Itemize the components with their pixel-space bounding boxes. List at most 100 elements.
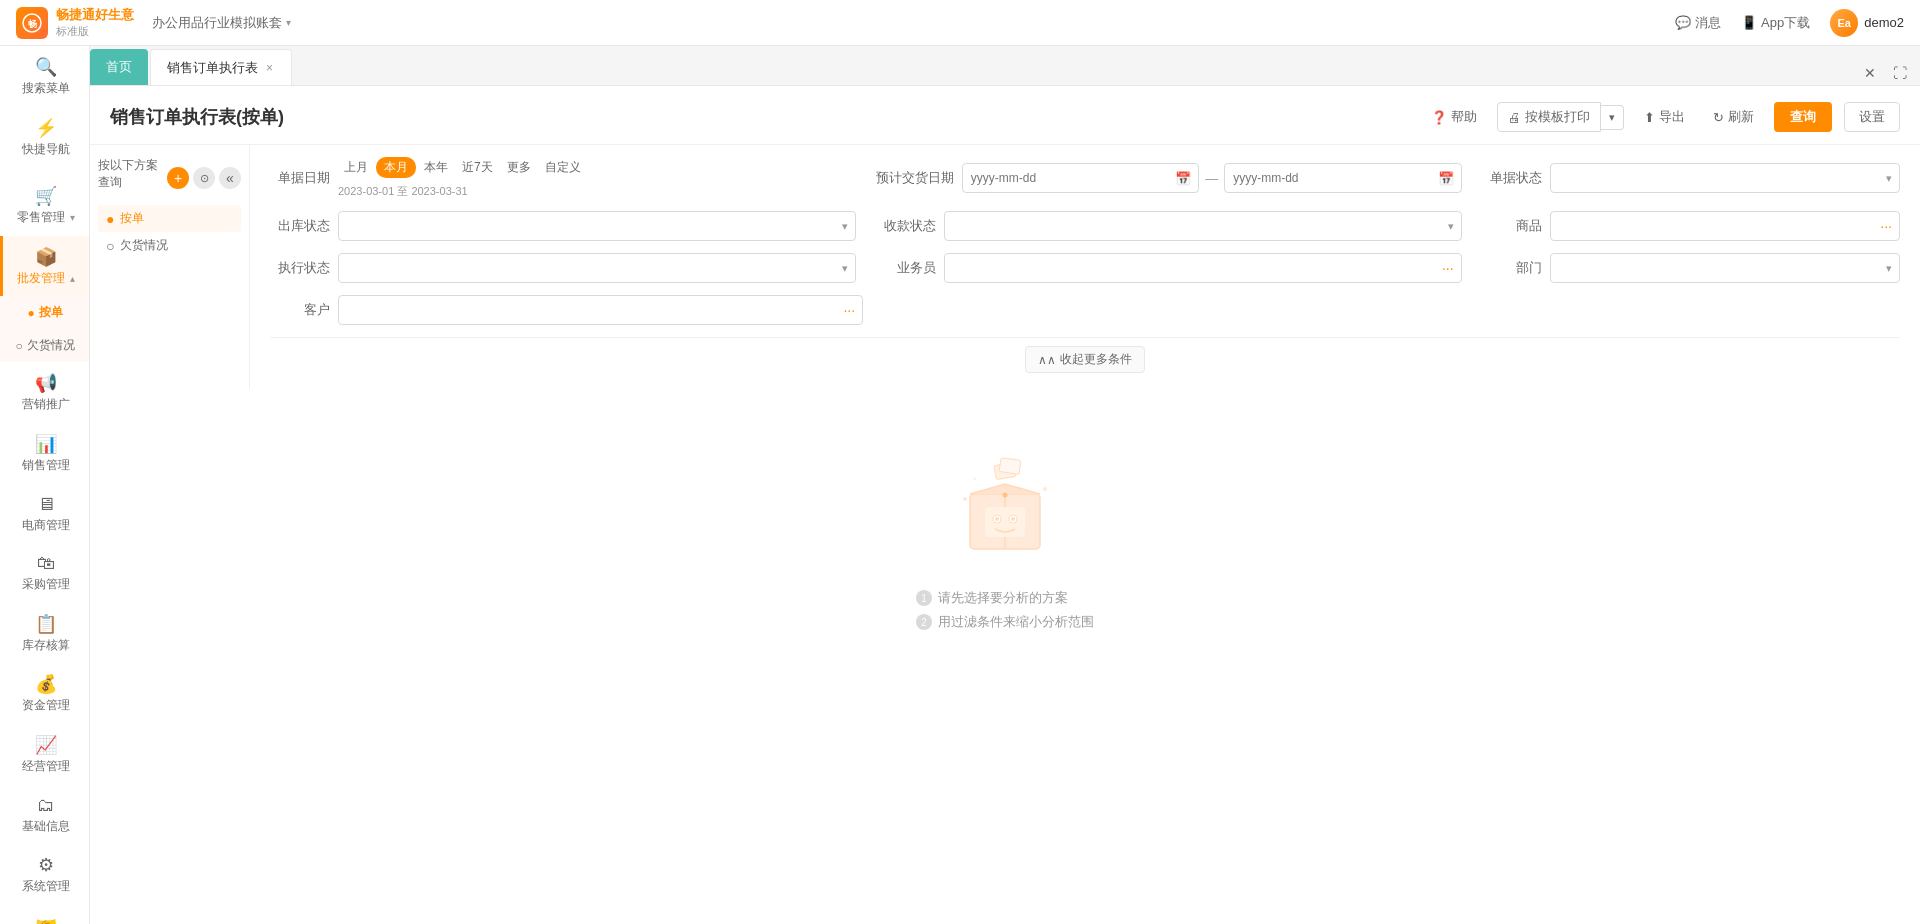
- date-tab-this-month[interactable]: 本月: [376, 157, 416, 178]
- help-button[interactable]: ❓ 帮助: [1423, 104, 1485, 130]
- date-tab-more[interactable]: 更多: [501, 157, 537, 178]
- finance-icon: 💰: [35, 673, 57, 695]
- customer-input[interactable]: [338, 295, 863, 325]
- out-status-select-wrap: ▾: [338, 211, 856, 241]
- tab-close-icon[interactable]: ×: [264, 61, 275, 75]
- svg-point-6: [963, 497, 967, 501]
- exec-status-select[interactable]: [338, 253, 856, 283]
- filter-row-2: 出库状态 ▾ 收款状态: [270, 211, 1900, 241]
- ecommerce-icon: 🖥: [37, 494, 55, 515]
- tip-text-2: 用过滤条件来缩小分析范围: [938, 613, 1094, 631]
- app-download-button[interactable]: 📱 App下载: [1741, 14, 1810, 32]
- filter-option-order[interactable]: ● 按单: [98, 205, 241, 232]
- sidebar-item-enterprise[interactable]: 🤝 企业协同: [0, 905, 89, 924]
- out-status-label: 出库状态: [270, 217, 330, 235]
- collapse-up-icon: ∧∧: [1038, 353, 1056, 367]
- filter-option-label-order: 按单: [120, 210, 144, 227]
- avatar-initials: Ea: [1838, 17, 1851, 29]
- sidebar-sub-item-shortage[interactable]: ○ 欠货情况: [0, 329, 90, 362]
- tip-num-2: 2: [916, 614, 932, 630]
- sidebar-label-wholesale: 批发管理 ▴: [17, 271, 75, 287]
- customer-ellipsis-icon[interactable]: ···: [843, 302, 855, 318]
- date-tab-custom[interactable]: 自定义: [539, 157, 587, 178]
- tab-bar: 首页 销售订单执行表 × ✕ ⛶: [90, 46, 1920, 86]
- download-icon: 📱: [1741, 15, 1757, 30]
- sidebar-item-wholesale[interactable]: 📦 批发管理 ▴: [0, 236, 89, 297]
- filter-form: 单据日期 上月 本月 本年 近7天 更多 自定义 20: [250, 145, 1920, 389]
- inventory-icon: 📋: [35, 613, 57, 635]
- sidebar-label-sales: 销售管理: [22, 458, 70, 474]
- receipt-status-select[interactable]: [944, 211, 1462, 241]
- window-close-button[interactable]: ✕: [1858, 61, 1882, 85]
- receipt-status-select-wrap: ▾: [944, 211, 1462, 241]
- window-maximize-button[interactable]: ⛶: [1888, 61, 1912, 85]
- goods-ellipsis-icon[interactable]: ···: [1880, 218, 1892, 234]
- print-label: 按模板打印: [1525, 108, 1590, 126]
- dept-select[interactable]: [1550, 253, 1900, 283]
- help-icon: ❓: [1431, 110, 1447, 125]
- filter-field-salesman: 业务员 ···: [876, 253, 1462, 283]
- filter-sidebar-title: 按以下方案查询: [98, 157, 167, 191]
- dept-label: 部门: [1482, 259, 1542, 277]
- tab-home[interactable]: 首页: [90, 49, 148, 85]
- sidebar-item-sales[interactable]: 📊 销售管理: [0, 423, 89, 484]
- sidebar-item-retail[interactable]: 🛒 零售管理 ▾: [0, 175, 89, 236]
- sidebar-item-basic[interactable]: 🗂 基础信息: [0, 785, 89, 845]
- expected-date-end-input[interactable]: [1224, 163, 1461, 193]
- settings-label: 设置: [1859, 108, 1885, 126]
- sidebar-item-finance[interactable]: 💰 资金管理: [0, 663, 89, 724]
- sidebar-item-search[interactable]: 🔍 搜索菜单: [0, 46, 89, 107]
- out-status-select[interactable]: [338, 211, 856, 241]
- sidebar-label-purchase: 采购管理: [22, 577, 70, 593]
- refresh-button[interactable]: ↻ 刷新: [1705, 104, 1762, 130]
- print-button[interactable]: 🖨 按模板打印: [1497, 102, 1601, 132]
- sidebar-sub-label-order: 按单: [39, 304, 63, 321]
- print-dropdown: 🖨 按模板打印 ▾: [1497, 102, 1624, 132]
- retail-icon: 🛒: [35, 185, 57, 207]
- wholesale-icon: 📦: [35, 246, 57, 268]
- settings-button[interactable]: 设置: [1844, 102, 1900, 132]
- collapse-filter-button[interactable]: «: [219, 167, 241, 189]
- message-icon: 💬: [1675, 15, 1691, 30]
- svg-point-7: [1043, 487, 1047, 491]
- export-button[interactable]: ⬆ 导出: [1636, 104, 1693, 130]
- date-tab-this-year[interactable]: 本年: [418, 157, 454, 178]
- order-status-select[interactable]: [1550, 163, 1900, 193]
- sidebar-item-system[interactable]: ⚙ 系统管理: [0, 844, 89, 905]
- svg-point-13: [1011, 517, 1015, 521]
- date-range-text: 2023-03-01 至 2023-03-31: [338, 184, 856, 199]
- collapse-more-button[interactable]: ∧∧ 收起更多条件: [1025, 346, 1145, 373]
- edit-filter-button[interactable]: ⊙: [193, 167, 215, 189]
- salesman-ellipsis-icon[interactable]: ···: [1442, 260, 1454, 276]
- empty-state: 1 请先选择要分析的方案 2 用过滤条件来缩小分析范围: [90, 389, 1920, 697]
- goods-input[interactable]: [1550, 211, 1900, 241]
- sidebar-item-ecommerce[interactable]: 🖥 电商管理: [0, 484, 89, 544]
- sidebar-item-operations[interactable]: 📈 经营管理: [0, 724, 89, 785]
- sidebar-sub-wholesale: ● 按单 ○ 欠货情况: [0, 296, 90, 362]
- sidebar-sub-item-order[interactable]: ● 按单: [0, 296, 90, 329]
- user-area[interactable]: Ea demo2: [1830, 9, 1904, 37]
- filter-row-3: 执行状态 ▾ 业务员 ··: [270, 253, 1900, 283]
- sidebar-item-marketing[interactable]: 📢 营销推广: [0, 362, 89, 423]
- filter-option-shortage[interactable]: ○ 欠货情况: [98, 232, 241, 259]
- brand-sub: 标准版: [56, 24, 134, 38]
- add-filter-button[interactable]: +: [167, 167, 189, 189]
- printer-icon: 🖨: [1508, 110, 1521, 125]
- print-dropdown-arrow[interactable]: ▾: [1601, 105, 1624, 130]
- circle-outline-icon: ○: [15, 339, 22, 353]
- tab-active[interactable]: 销售订单执行表 ×: [150, 49, 292, 85]
- logo-text: 畅捷通好生意 标准版: [56, 7, 134, 38]
- sidebar-item-quick-nav[interactable]: ⚡ 快捷导航: [0, 107, 89, 168]
- sidebar-label-retail: 零售管理 ▾: [17, 210, 75, 226]
- sidebar-label-finance: 资金管理: [22, 698, 70, 714]
- message-button[interactable]: 💬 消息: [1675, 14, 1721, 32]
- industry-selector[interactable]: 办公用品行业模拟账套 ▾: [144, 10, 299, 36]
- sidebar-item-purchase[interactable]: 🛍 采购管理: [0, 543, 89, 603]
- dept-select-wrap: ▾: [1550, 253, 1900, 283]
- sidebar-item-inventory[interactable]: 📋 库存核算: [0, 603, 89, 664]
- salesman-input[interactable]: [944, 253, 1462, 283]
- query-button[interactable]: 查询: [1774, 102, 1832, 132]
- expected-date-start-input[interactable]: [962, 163, 1199, 193]
- date-tab-last-month[interactable]: 上月: [338, 157, 374, 178]
- date-tab-7days[interactable]: 近7天: [456, 157, 499, 178]
